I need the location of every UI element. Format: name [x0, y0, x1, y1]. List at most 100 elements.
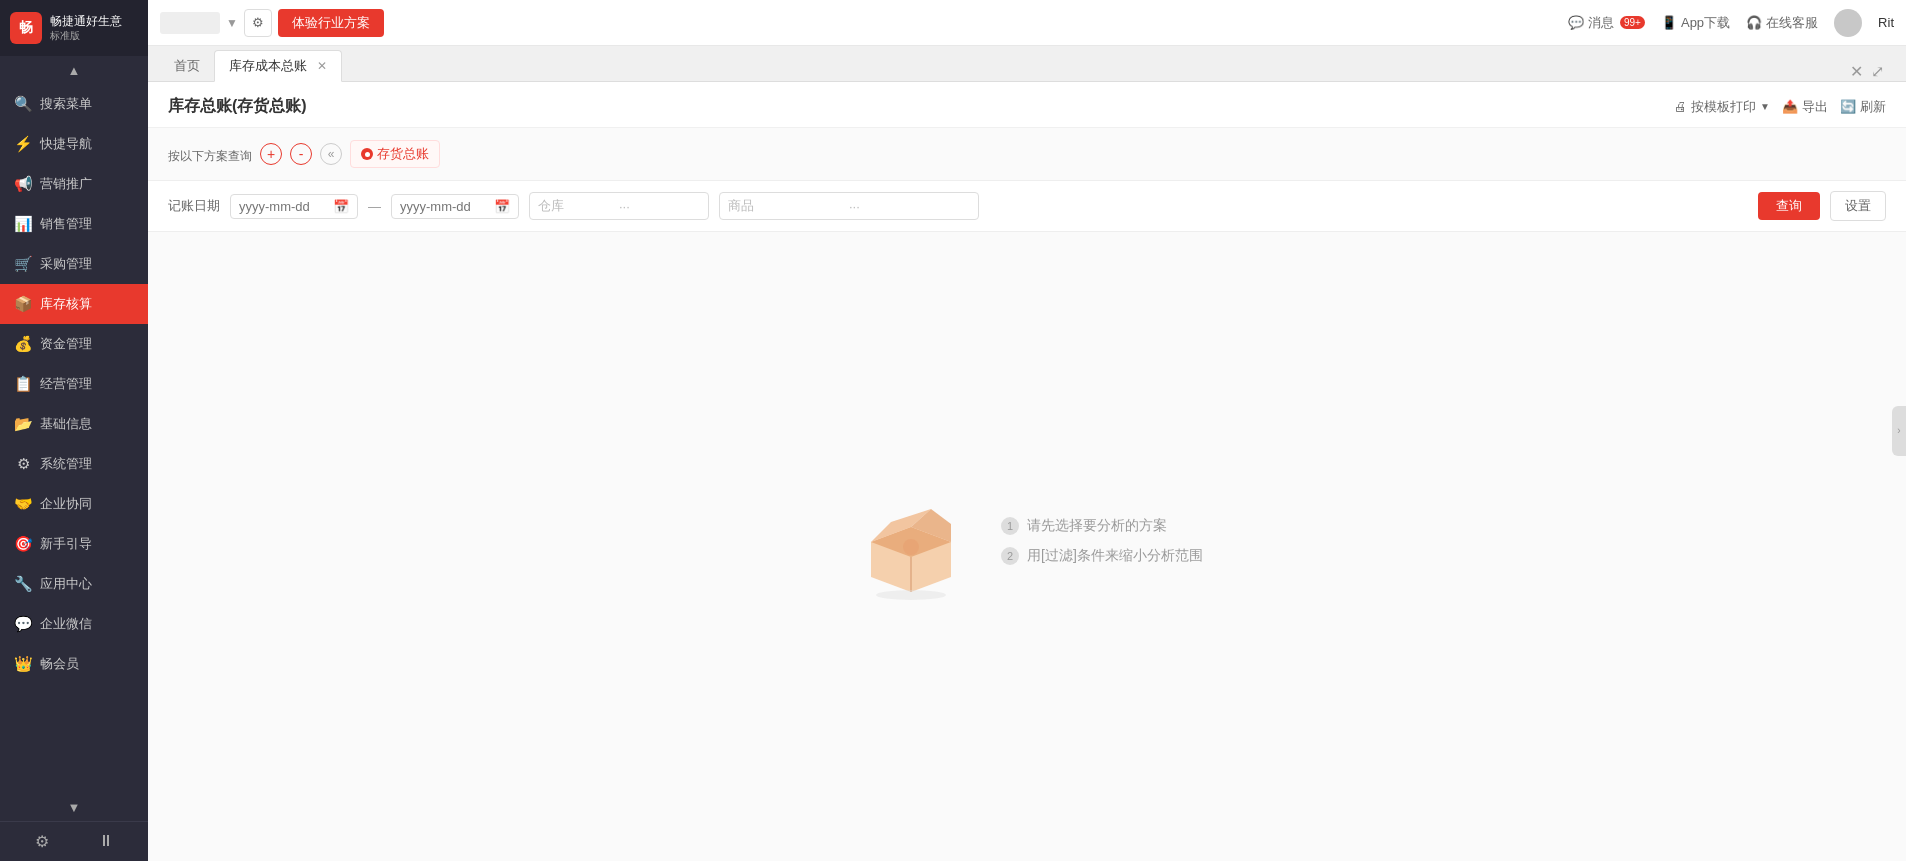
logo-text: 畅捷通好生意 标准版 [50, 14, 122, 43]
sidebar-item-vip[interactable]: 👑 畅会员 [0, 644, 148, 684]
tab-inventory-ledger[interactable]: 库存成本总账 ✕ [214, 50, 342, 82]
app-download-btn[interactable]: 📱 App下载 [1661, 14, 1730, 32]
cooperation-icon: 🤝 [14, 495, 32, 513]
scheme-dot [361, 148, 373, 160]
goods-placeholder: 商品 [728, 197, 845, 215]
tip-text-2: 用[过滤]条件来缩小分析范围 [1027, 547, 1203, 565]
panel-close-btn[interactable]: ✕ [1850, 62, 1863, 81]
audio-footer-btn[interactable]: ⏸ [98, 832, 114, 851]
calendar-start-icon[interactable]: 📅 [333, 199, 349, 214]
empty-box-svg [851, 487, 971, 607]
user-avatar[interactable] [1834, 9, 1862, 37]
page-title: 库存总账(存货总账) [168, 96, 307, 117]
sidebar-item-guide[interactable]: 🎯 新手引导 [0, 524, 148, 564]
sidebar-item-basic[interactable]: 📂 基础信息 [0, 404, 148, 444]
basic-icon: 📂 [14, 415, 32, 433]
industry-btn[interactable]: 体验行业方案 [278, 9, 384, 37]
date-end-input[interactable]: 📅 [391, 194, 519, 219]
sidebar-item-label: 营销推广 [40, 175, 92, 193]
tabbar: 首页 库存成本总账 ✕ ✕ ⤢ [148, 46, 1906, 82]
tip-num-1: 1 [1001, 517, 1019, 535]
sidebar-item-cooperation[interactable]: 🤝 企业协同 [0, 484, 148, 524]
chevron-down-icon: ▼ [226, 16, 238, 30]
tab-home[interactable]: 首页 [160, 51, 214, 81]
sidebar-item-search[interactable]: 🔍 搜索菜单 [0, 84, 148, 124]
search-icon: 🔍 [14, 95, 32, 113]
sales-icon: 📊 [14, 215, 32, 233]
sidebar-item-label: 基础信息 [40, 415, 92, 433]
sidebar-item-label: 快捷导航 [40, 135, 92, 153]
messages-btn[interactable]: 💬 消息 99+ [1568, 14, 1645, 32]
sidebar-item-marketing[interactable]: 📢 营销推广 [0, 164, 148, 204]
quick-nav-icon: ⚡ [14, 135, 32, 153]
panel-expand-btn[interactable]: ⤢ [1871, 62, 1884, 81]
tip-num-2: 2 [1001, 547, 1019, 565]
settings-footer-btn[interactable]: ⚙ [35, 832, 49, 851]
sidebar-item-weixin[interactable]: 💬 企业微信 [0, 604, 148, 644]
sidebar-item-quick-nav[interactable]: ⚡ 快捷导航 [0, 124, 148, 164]
user-name[interactable]: Rit [1878, 15, 1894, 30]
empty-illustration [851, 487, 971, 607]
filter-bar: 按以下方案查询 + - « 存货总账 [148, 128, 1906, 181]
filter-controls: + - « 存货总账 [260, 140, 1886, 168]
date-end-field[interactable] [400, 199, 490, 214]
sidebar-item-purchase[interactable]: 🛒 采购管理 [0, 244, 148, 284]
calendar-end-icon[interactable]: 📅 [494, 199, 510, 214]
filter-collapse-btn[interactable]: « [320, 143, 342, 165]
date-start-input[interactable]: 📅 [230, 194, 358, 219]
date-separator: — [368, 199, 381, 214]
sidebar-item-finance[interactable]: 💰 资金管理 [0, 324, 148, 364]
sidebar-item-label: 应用中心 [40, 575, 92, 593]
filter-del-btn[interactable]: - [290, 143, 312, 165]
filter-label: 按以下方案查询 [168, 140, 252, 165]
print-dropdown-icon: ▼ [1760, 101, 1770, 112]
svg-point-5 [876, 590, 946, 600]
settings-btn[interactable]: 设置 [1830, 191, 1886, 221]
guide-icon: 🎯 [14, 535, 32, 553]
empty-tips: 1 请先选择要分析的方案 2 用[过滤]条件来缩小分析范围 [1001, 517, 1203, 577]
phone-icon: 📱 [1661, 15, 1677, 30]
sidebar-logo: 畅 畅捷通好生意 标准版 [0, 0, 148, 56]
sidebar-item-business[interactable]: 📋 经营管理 [0, 364, 148, 404]
online-service-btn[interactable]: 🎧 在线客服 [1746, 14, 1818, 32]
topbar: ▼ ⚙ 体验行业方案 💬 消息 99+ 📱 App下载 🎧 在线客服 Rit [148, 0, 1906, 46]
sidebar-item-sales[interactable]: 📊 销售管理 [0, 204, 148, 244]
sidebar-footer: ⚙ ⏸ [0, 821, 148, 861]
print-icon: 🖨 [1674, 99, 1687, 114]
page-actions: 🖨 按模板打印 ▼ 📤 导出 🔄 刷新 [1674, 98, 1886, 116]
message-icon: 💬 [1568, 15, 1584, 30]
query-btn[interactable]: 查询 [1758, 192, 1820, 220]
weixin-icon: 💬 [14, 615, 32, 633]
sidebar-scroll-up[interactable]: ▲ [0, 56, 148, 84]
sidebar-item-label: 新手引导 [40, 535, 92, 553]
sidebar-item-label: 经营管理 [40, 375, 92, 393]
scheme-item[interactable]: 存货总账 [350, 140, 440, 168]
messages-badge: 99+ [1620, 16, 1645, 29]
goods-more-icon[interactable]: ··· [845, 199, 970, 214]
refresh-btn[interactable]: 🔄 刷新 [1840, 98, 1886, 116]
tip-item-1: 1 请先选择要分析的方案 [1001, 517, 1203, 535]
export-btn[interactable]: 📤 导出 [1782, 98, 1828, 116]
page-content: 库存总账(存货总账) 🖨 按模板打印 ▼ 📤 导出 🔄 刷新 按以下方案查 [148, 82, 1906, 861]
sidebar-item-apps[interactable]: 🔧 应用中心 [0, 564, 148, 604]
sidebar: 畅 畅捷通好生意 标准版 ▲ 🔍 搜索菜单 ⚡ 快捷导航 📢 营销推广 📊 销售… [0, 0, 148, 861]
right-panel-toggle[interactable]: › [1892, 406, 1906, 456]
filter-add-btn[interactable]: + [260, 143, 282, 165]
vip-icon: 👑 [14, 655, 32, 673]
sidebar-item-label: 资金管理 [40, 335, 92, 353]
date-start-field[interactable] [239, 199, 329, 214]
warehouse-more-icon[interactable]: ··· [615, 199, 700, 214]
refresh-icon: 🔄 [1840, 99, 1856, 114]
main: ▼ ⚙ 体验行业方案 💬 消息 99+ 📱 App下载 🎧 在线客服 Rit [148, 0, 1906, 861]
print-btn[interactable]: 🖨 按模板打印 ▼ [1674, 98, 1770, 116]
warehouse-placeholder: 仓库 [538, 197, 615, 215]
goods-input[interactable]: 商品 ··· [719, 192, 979, 220]
sidebar-item-inventory[interactable]: 📦 库存核算 [0, 284, 148, 324]
sidebar-item-label: 搜索菜单 [40, 95, 92, 113]
sidebar-scroll-down[interactable]: ▼ [0, 793, 148, 821]
sidebar-item-system[interactable]: ⚙ 系统管理 [0, 444, 148, 484]
settings-button[interactable]: ⚙ [244, 9, 272, 37]
topbar-nav: ▼ ⚙ 体验行业方案 [160, 9, 1560, 37]
tab-close-btn[interactable]: ✕ [317, 59, 327, 73]
warehouse-input[interactable]: 仓库 ··· [529, 192, 709, 220]
